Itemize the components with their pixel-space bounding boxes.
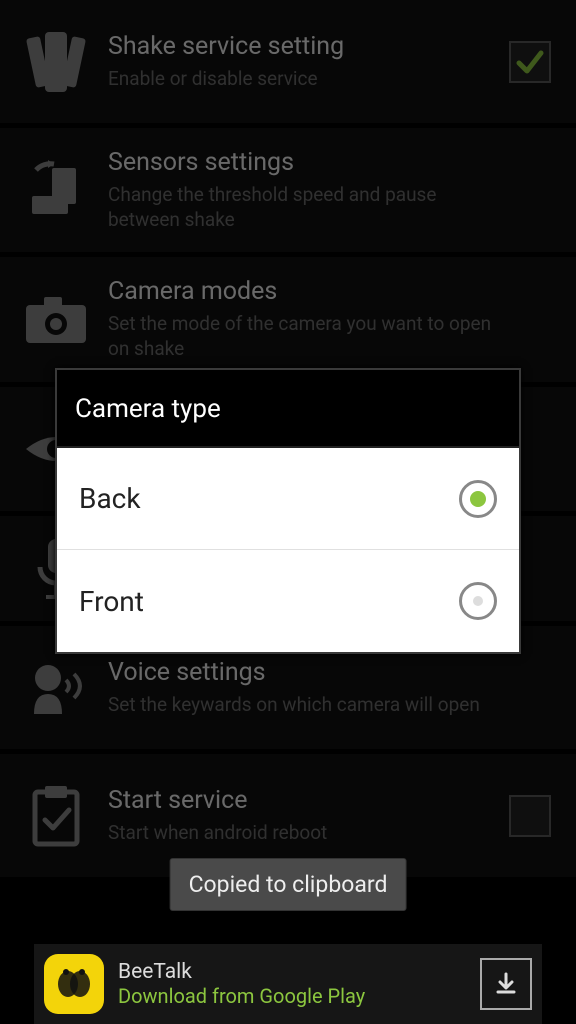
ad-banner[interactable]: BeeTalk Download from Google Play [34,944,542,1024]
option-label: Front [79,585,144,618]
download-icon [494,972,518,996]
radio-unselected[interactable] [459,582,497,620]
ad-subtitle: Download from Google Play [118,984,480,1008]
dialog-option-back[interactable]: Back [57,448,519,550]
ad-title: BeeTalk [118,960,480,984]
toast: Copied to clipboard [170,858,407,911]
ad-app-icon [44,954,104,1014]
dialog-title: Camera type [57,370,519,448]
camera-type-dialog: Camera type Back Front [55,368,521,654]
option-label: Back [79,482,141,515]
dialog-option-front[interactable]: Front [57,550,519,652]
radio-selected[interactable] [459,480,497,518]
download-button[interactable] [480,958,532,1010]
toast-text: Copied to clipboard [189,871,388,898]
